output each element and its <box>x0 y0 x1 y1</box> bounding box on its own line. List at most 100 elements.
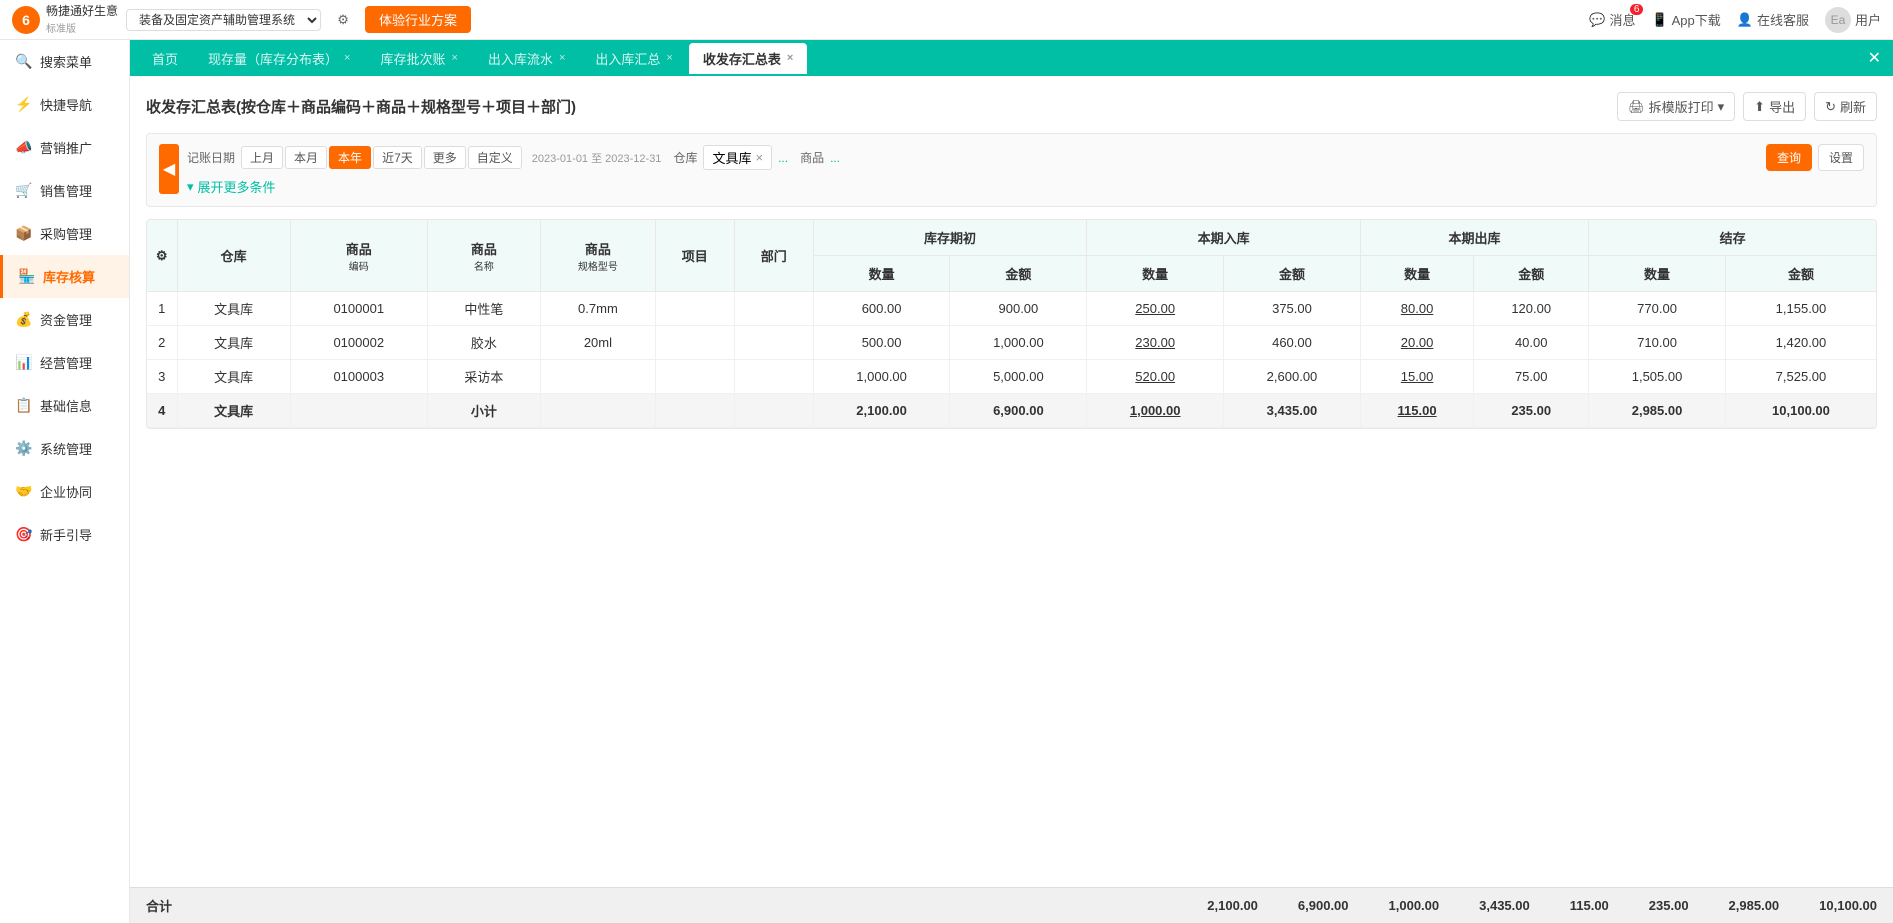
settings-button[interactable]: 设置 <box>1818 144 1864 171</box>
row-in-qty[interactable]: 230.00 <box>1087 326 1224 360</box>
tab-stock-dist[interactable]: 现存量（库存分布表） × <box>194 43 364 74</box>
tab-recv-send[interactable]: 收发存汇总表 × <box>689 43 807 74</box>
th-outbound: 本期出库 <box>1360 220 1588 256</box>
tab-flow-close[interactable]: × <box>559 52 565 64</box>
date-buttons: 上月 本月 本年 近7天 更多 自定义 <box>241 146 522 169</box>
date-btn-more[interactable]: 更多 <box>424 146 466 169</box>
date-range-display: 2023-01-01 至 2023-12-31 <box>532 150 662 166</box>
th-in-qty: 数量 <box>1087 256 1224 292</box>
sidebar-item-business[interactable]: 📊 经营管理 <box>0 341 129 384</box>
bottom-total-bar: 合计 2,100.00 6,900.00 1,000.00 3,435.00 1… <box>130 887 1893 923</box>
export-button[interactable]: ⬆ 导出 <box>1743 92 1806 121</box>
sidebar-item-marketing[interactable]: 📣 营销推广 <box>0 126 129 169</box>
tab-summary[interactable]: 出入库汇总 × <box>581 43 686 74</box>
app-download-button[interactable]: 📱 App下载 <box>1651 10 1720 29</box>
row-open-qty: 500.00 <box>813 326 950 360</box>
warehouse-tag-close[interactable]: × <box>755 150 763 165</box>
tab-home-label: 首页 <box>152 49 178 68</box>
warehouse-more[interactable]: ... <box>778 151 788 165</box>
tab-summary-close[interactable]: × <box>666 52 672 64</box>
table-subtotal-row: 4 文具库 小计 2,100.00 6,900.00 1,000.00 <box>147 394 1876 428</box>
content-area: 首页 现存量（库存分布表） × 库存批次账 × 出入库流水 × 出入库汇总 × … <box>130 40 1893 923</box>
warehouse-tag-text: 文具库 <box>712 148 751 167</box>
th-out-qty: 数量 <box>1360 256 1473 292</box>
row-out-qty[interactable]: 15.00 <box>1360 360 1473 394</box>
row-in-qty[interactable]: 250.00 <box>1087 292 1224 326</box>
tab-batch[interactable]: 库存批次账 × <box>366 43 471 74</box>
row-open-amt: 900.00 <box>950 292 1087 326</box>
tab-stock-dist-close[interactable]: × <box>344 52 350 64</box>
row-warehouse: 文具库 <box>177 326 290 360</box>
tab-summary-label: 出入库汇总 <box>595 49 660 68</box>
total-cells: 2,100.00 6,900.00 1,000.00 3,435.00 115.… <box>496 898 1877 913</box>
tab-flow[interactable]: 出入库流水 × <box>474 43 579 74</box>
filter-goods-item: 商品 ... <box>800 149 840 166</box>
row-goods-name: 中性笔 <box>427 292 540 326</box>
system-title-select[interactable]: 装备及固定资产辅助管理系统 <box>126 9 321 31</box>
date-btn-current-year[interactable]: 本年 <box>329 146 371 169</box>
marketing-icon: 📣 <box>16 140 32 156</box>
sidebar-item-quicknav[interactable]: ⚡ 快捷导航 <box>0 83 129 126</box>
top-bar: 6 畅捷通好生意 标准版 装备及固定资产辅助管理系统 ⚙ 体验行业方案 💬 消息… <box>0 0 1893 40</box>
sidebar-item-enterprise[interactable]: 🤝 企业协同 <box>0 470 129 513</box>
sidebar-item-label: 采购管理 <box>40 224 92 243</box>
date-btn-current-month[interactable]: 本月 <box>285 146 327 169</box>
date-btn-prev-month[interactable]: 上月 <box>241 146 283 169</box>
row-open-qty: 600.00 <box>813 292 950 326</box>
filter-collapse-btn[interactable]: ◀ <box>159 144 179 194</box>
row-out-qty[interactable]: 20.00 <box>1360 326 1473 360</box>
expand-conditions-btn[interactable]: ▾ 展开更多条件 <box>187 177 1864 196</box>
sidebar-item-guide[interactable]: 🎯 新手引导 <box>0 513 129 556</box>
settings-gear-icon[interactable]: ⚙ <box>329 6 357 34</box>
th-out-amt: 金额 <box>1474 256 1589 292</box>
th-department: 部门 <box>734 220 813 292</box>
table-header-row-1: ⚙ 仓库 商品编码 商品名称 商品规格型号 项目 部门 库存期初 本期入库 本期… <box>147 220 1876 256</box>
sidebar-item-system[interactable]: ⚙️ 系统管理 <box>0 427 129 470</box>
print-button[interactable]: 🖨 拆模版打印 ▾ <box>1617 92 1735 121</box>
row-close-qty: 710.00 <box>1589 326 1726 360</box>
row-out-amt: 75.00 <box>1474 360 1589 394</box>
sidebar-item-purchase[interactable]: 📦 采购管理 <box>0 212 129 255</box>
user-menu[interactable]: Ea 用户 <box>1825 7 1881 33</box>
tab-batch-label: 库存批次账 <box>380 49 445 68</box>
row-project <box>655 292 734 326</box>
sidebar-item-inventory[interactable]: 🏪 库存核算 <box>0 255 129 298</box>
row-in-qty[interactable]: 520.00 <box>1087 360 1224 394</box>
business-icon: 📊 <box>16 355 32 371</box>
row-warehouse: 文具库 <box>177 292 290 326</box>
logo-area: 6 畅捷通好生意 标准版 <box>12 4 118 35</box>
tab-bar-close-all[interactable]: ✕ <box>1868 48 1881 68</box>
th-open-amt: 金额 <box>950 256 1087 292</box>
goods-more[interactable]: ... <box>830 151 840 165</box>
sidebar-item-finance[interactable]: 💰 资金管理 <box>0 298 129 341</box>
online-service-button[interactable]: 👤 在线客服 <box>1737 10 1809 29</box>
date-btn-custom[interactable]: 自定义 <box>468 146 522 169</box>
message-button[interactable]: 💬 消息 6 <box>1589 10 1635 29</box>
total-open-qty: 2,100.00 <box>1207 898 1258 913</box>
trial-button[interactable]: 体验行业方案 <box>365 6 471 33</box>
row-goods-name: 胶水 <box>427 326 540 360</box>
data-table-container: ⚙ 仓库 商品编码 商品名称 商品规格型号 项目 部门 库存期初 本期入库 本期… <box>146 219 1877 429</box>
date-btn-7days[interactable]: 近7天 <box>373 146 422 169</box>
table-header: ⚙ 仓库 商品编码 商品名称 商品规格型号 项目 部门 库存期初 本期入库 本期… <box>147 220 1876 292</box>
row-open-amt: 5,000.00 <box>950 360 1087 394</box>
sidebar-item-sales[interactable]: 🛒 销售管理 <box>0 169 129 212</box>
row-out-qty[interactable]: 80.00 <box>1360 292 1473 326</box>
subtotal-open-amt: 6,900.00 <box>950 394 1087 428</box>
row-out-amt: 40.00 <box>1474 326 1589 360</box>
total-close-amt: 10,100.00 <box>1819 898 1877 913</box>
row-goods-code: 0100003 <box>290 360 427 394</box>
tab-batch-close[interactable]: × <box>451 52 457 64</box>
main-container: 🔍 搜索菜单 ⚡ 快捷导航 📣 营销推广 🛒 销售管理 📦 采购管理 🏪 库存核… <box>0 40 1893 923</box>
page-inner: 收发存汇总表(按仓库＋商品编码＋商品＋规格型号＋项目＋部门) 🖨 拆模版打印 ▾… <box>130 76 1893 887</box>
tab-home[interactable]: 首页 <box>138 43 192 74</box>
refresh-button[interactable]: ↻ 刷新 <box>1814 92 1877 121</box>
subtotal-project <box>655 394 734 428</box>
finance-icon: 💰 <box>16 312 32 328</box>
subtotal-goods-spec <box>541 394 656 428</box>
tab-recv-send-close[interactable]: × <box>787 52 793 64</box>
warehouse-tag[interactable]: 文具库 × <box>703 145 772 170</box>
query-button[interactable]: 查询 <box>1766 144 1812 171</box>
sidebar-item-search[interactable]: 🔍 搜索菜单 <box>0 40 129 83</box>
sidebar-item-baseinfo[interactable]: 📋 基础信息 <box>0 384 129 427</box>
